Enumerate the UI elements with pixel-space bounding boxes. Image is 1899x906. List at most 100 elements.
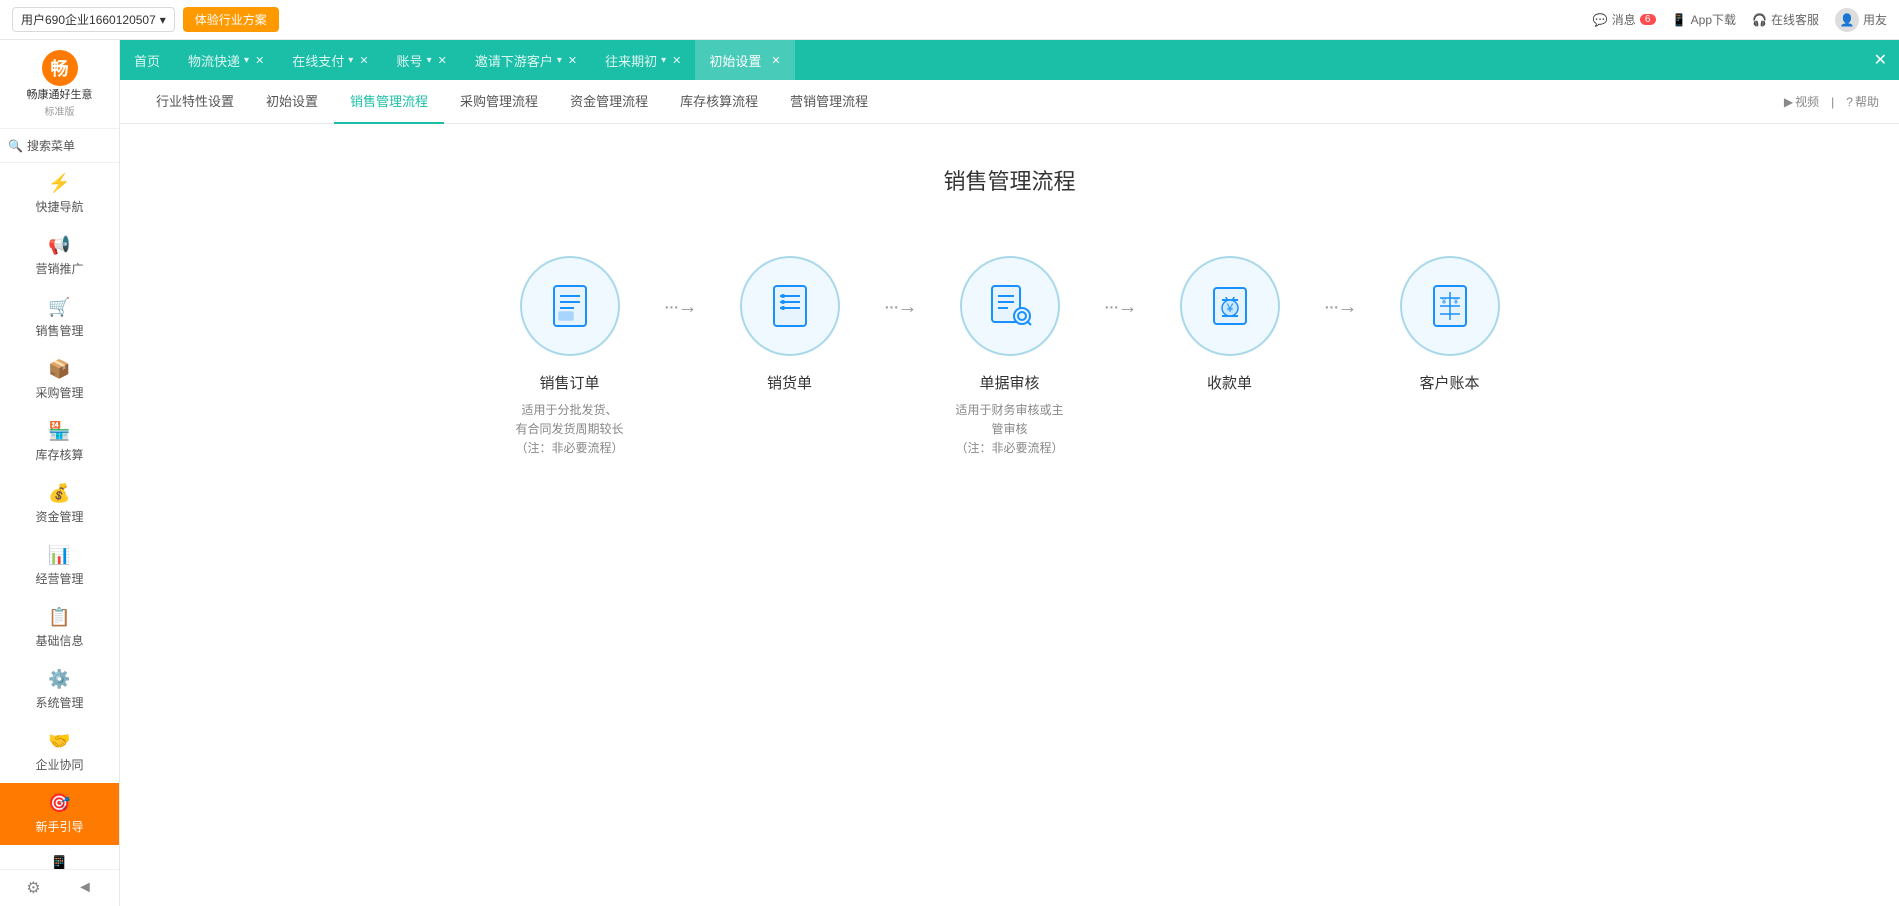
help-icon: ? <box>1846 95 1853 109</box>
tab-account-close[interactable]: ✕ <box>438 54 447 67</box>
sidebar-item-new-guide[interactable]: 🎯 新手引导 <box>0 783 119 845</box>
sub-tab-finance-flow[interactable]: 资金管理流程 <box>554 80 664 124</box>
tab-period-init[interactable]: 往来期初 ▾ ✕ <box>591 40 695 80</box>
dropdown-icon: ▾ <box>160 13 166 27</box>
sidebar-item-finance[interactable]: 💰 资金管理 <box>0 473 119 535</box>
arrow-3: ···→ <box>1090 256 1150 319</box>
sidebar-item-operations[interactable]: 📊 经营管理 <box>0 535 119 597</box>
flow-step-receipt: ¥ ¥ 收款单 <box>1150 256 1310 401</box>
logo-sub: 标准版 <box>45 103 75 118</box>
sub-tab-purchase-flow[interactable]: 采购管理流程 <box>444 80 554 124</box>
tab-logistics-close[interactable]: ✕ <box>255 54 264 67</box>
sidebar-item-system[interactable]: ⚙️ 系统管理 <box>0 659 119 721</box>
sidebar-item-label: 销售管理 <box>35 322 83 339</box>
trial-button[interactable]: 体验行业方案 <box>183 7 279 32</box>
flow-title: 销售管理流程 <box>943 164 1075 196</box>
headset-icon: 🎧 <box>1752 13 1767 27</box>
sidebar-item-sales[interactable]: 🛒 销售管理 <box>0 287 119 349</box>
sidebar-item-label: 新手引导 <box>35 818 83 835</box>
arrow-1: ···→ <box>650 256 710 319</box>
basic-info-icon: 📋 <box>48 607 70 628</box>
marketing-icon: 📢 <box>48 235 70 256</box>
sidebar: 畅 畅康通好生意 标准版 🔍 搜索菜单 ⚡ 快捷导航 📢 营销推广 🛒 销售管理… <box>0 40 120 906</box>
sidebar-item-label: 库存核算 <box>35 446 83 463</box>
sidebar-search[interactable]: 🔍 搜索菜单 <box>0 129 119 163</box>
tab-invite[interactable]: 邀请下游客户 ▾ ✕ <box>461 40 591 80</box>
tab-home[interactable]: 首页 <box>120 40 174 80</box>
purchase-icon: 📦 <box>48 359 70 380</box>
sub-tab-purchase-flow-label: 采购管理流程 <box>460 91 538 110</box>
tab-init-settings[interactable]: 初始设置 ✕ <box>695 40 794 80</box>
user-avatar: 👤 <box>1835 8 1859 32</box>
tab-account-label: 账号 <box>397 51 423 70</box>
tab-account[interactable]: 账号 ▾ ✕ <box>383 40 461 80</box>
app-download-button[interactable]: 📱 App下载 <box>1672 11 1736 28</box>
flow-step-invoice: 销货单 <box>710 256 870 401</box>
sales-order-circle <box>520 256 620 356</box>
nav-close-all[interactable]: ✕ <box>1862 50 1899 70</box>
collapse-icon[interactable]: ◄ <box>77 879 93 897</box>
sidebar-item-label: 系统管理 <box>35 694 83 711</box>
sidebar-item-shortcut[interactable]: ⚡ 快捷导航 <box>0 163 119 225</box>
tab-account-arrow: ▾ <box>427 55 432 66</box>
sidebar-bottom: ⚙ ◄ <box>0 869 119 906</box>
tab-payment-label: 在线支付 <box>292 51 344 70</box>
flow-container: 销售管理流程 销售订单 适用于分批发货、有合同发货周期较长（注：非必要流程） <box>120 124 1899 499</box>
svg-text:¥: ¥ <box>1225 301 1233 315</box>
sales-order-desc: 适用于分批发货、有合同发货周期较长（注：非必要流程） <box>515 401 623 459</box>
tab-payment[interactable]: 在线支付 ▾ ✕ <box>278 40 382 80</box>
sidebar-item-inventory[interactable]: 🏪 库存核算 <box>0 411 119 473</box>
sub-tab-init[interactable]: 初始设置 <box>250 80 334 124</box>
message-button[interactable]: 💬 消息 6 <box>1593 11 1656 28</box>
tab-init-settings-label: 初始设置 <box>709 51 761 70</box>
tab-period-init-arrow: ▾ <box>661 55 666 66</box>
sidebar-item-purchase[interactable]: 📦 采购管理 <box>0 349 119 411</box>
video-link[interactable]: ▶ 视频 <box>1784 93 1819 110</box>
receipt-name: 收款单 <box>1207 372 1252 393</box>
tab-payment-close[interactable]: ✕ <box>359 54 368 67</box>
main-content: 行业特性设置 初始设置 销售管理流程 采购管理流程 资金管理流程 库存核算流程 … <box>120 80 1899 906</box>
help-label: 帮助 <box>1855 93 1879 110</box>
sub-tab-industry[interactable]: 行业特性设置 <box>140 80 250 124</box>
tab-invite-arrow: ▾ <box>557 55 562 66</box>
app-label: App下载 <box>1691 11 1736 28</box>
sub-tab-sales-flow[interactable]: 销售管理流程 <box>334 80 444 124</box>
tab-init-settings-close[interactable]: ✕ <box>771 54 780 67</box>
sidebar-item-basic-info[interactable]: 📋 基础信息 <box>0 597 119 659</box>
message-label: 消息 <box>1612 11 1636 28</box>
shortcut-icon: ⚡ <box>48 173 70 194</box>
message-badge: 6 <box>1640 14 1656 25</box>
tab-logistics-arrow: ▾ <box>244 55 249 66</box>
message-icon: 💬 <box>1593 13 1608 27</box>
sub-tabs: 行业特性设置 初始设置 销售管理流程 采购管理流程 资金管理流程 库存核算流程 … <box>120 80 1899 124</box>
sidebar-item-label: 资金管理 <box>35 508 83 525</box>
help-link[interactable]: ? 帮助 <box>1846 93 1879 110</box>
sidebar-item-marketing-promo[interactable]: 📢 营销推广 <box>0 225 119 287</box>
tab-invite-label: 邀请下游客户 <box>475 51 553 70</box>
flow-step-sales-order: 销售订单 适用于分批发货、有合同发货周期较长（注：非必要流程） <box>490 256 650 459</box>
tab-invite-close[interactable]: ✕ <box>568 54 577 67</box>
sidebar-item-enterprise-collab[interactable]: 🤝 企业协同 <box>0 721 119 783</box>
tab-period-init-close[interactable]: ✕ <box>672 54 681 67</box>
sub-tab-industry-label: 行业特性设置 <box>156 91 234 110</box>
receipt-circle: ¥ ¥ <box>1180 256 1280 356</box>
svg-text:¥: ¥ <box>1440 297 1446 306</box>
sub-tab-marketing-flow[interactable]: 营销管理流程 <box>774 80 884 124</box>
sub-tab-init-label: 初始设置 <box>266 91 318 110</box>
arrow-icon-2: ···→ <box>884 296 916 319</box>
top-bar: 用户690企业1660120507 ▾ 体验行业方案 💬 消息 6 📱 App下… <box>0 0 1899 40</box>
user-menu-button[interactable]: 👤 用友 <box>1835 8 1887 32</box>
service-button[interactable]: 🎧 在线客服 <box>1752 11 1819 28</box>
video-icon: ▶ <box>1784 95 1793 109</box>
settings-icon[interactable]: ⚙ <box>26 878 40 898</box>
tab-logistics[interactable]: 物流快递 ▾ ✕ <box>174 40 278 80</box>
sub-tab-inventory-flow[interactable]: 库存核算流程 <box>664 80 774 124</box>
sales-order-name: 销售订单 <box>539 372 599 393</box>
sub-tab-marketing-flow-label: 营销管理流程 <box>790 91 868 110</box>
user-selector[interactable]: 用户690企业1660120507 ▾ <box>12 7 175 32</box>
user-menu-label: 用友 <box>1863 11 1887 28</box>
flow-steps: 销售订单 适用于分批发货、有合同发货周期较长（注：非必要流程） ···→ <box>490 256 1530 459</box>
arrow-icon-4: ···→ <box>1324 296 1356 319</box>
sub-tab-finance-flow-label: 资金管理流程 <box>570 91 648 110</box>
arrow-4: ···→ <box>1310 256 1370 319</box>
